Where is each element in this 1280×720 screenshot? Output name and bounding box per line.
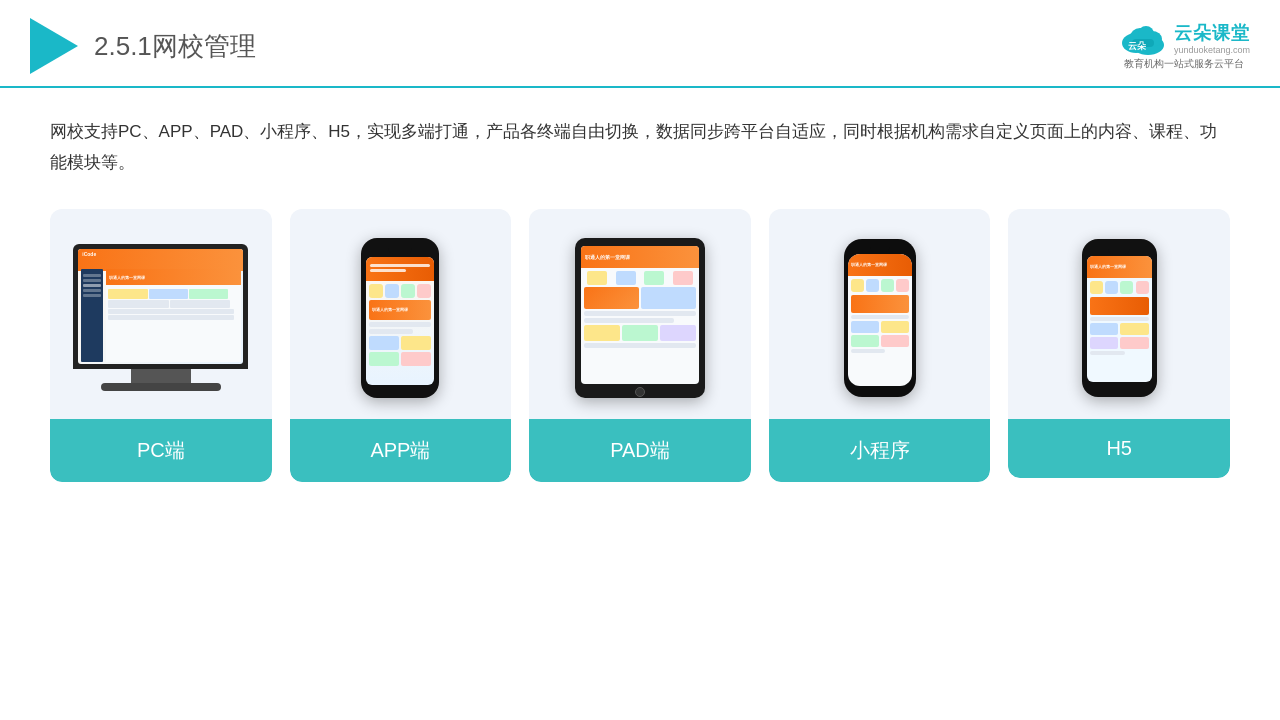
pc-device-mockup: iCode [73, 244, 248, 391]
svg-text:云朵: 云朵 [1128, 41, 1147, 51]
header-left: 2.5.1网校管理 [30, 18, 256, 74]
logo-tagline: 教育机构一站式服务云平台 [1124, 57, 1244, 71]
pc-main-area: 职通人的第一堂网课 [106, 269, 241, 362]
phone-banner-line1 [370, 264, 430, 267]
cloud-logo-container: 云朵 云朵课堂 yunduoketang.com [1118, 21, 1250, 55]
smartphone-notch [870, 247, 890, 252]
phone-banner-line2 [370, 269, 406, 272]
pad-tablet-mockup: 职通人的第一堂网课 [575, 238, 705, 398]
phone-banner [366, 257, 434, 281]
phone-screen: 职通人的第一堂网课 [366, 257, 434, 385]
card-image-h5: 职通人的第一堂网课 [1008, 209, 1230, 419]
description-text: 网校支持PC、APP、PAD、小程序、H5，实现多端打通，产品各终端自由切换，数… [50, 116, 1230, 179]
card-image-pc: iCode [50, 209, 272, 419]
sm-content [848, 276, 912, 356]
h5-screen: 职通人的第一堂网课 [1087, 256, 1152, 382]
h5-banner: 职通人的第一堂网课 [1087, 256, 1152, 278]
tablet-banner: 职通人的第一堂网课 [581, 246, 699, 268]
card-image-pad: 职通人的第一堂网课 [529, 209, 751, 419]
header: 2.5.1网校管理 云朵 云朵课堂 yunduoketang.com 教育机构一… [0, 0, 1280, 88]
section-number: 2.5.1 [94, 31, 152, 61]
card-app: 职通人的第一堂网课 [290, 209, 512, 482]
phone-notch [388, 248, 412, 254]
card-pc: iCode [50, 209, 272, 482]
main-content: 网校支持PC、APP、PAD、小程序、H5，实现多端打通，产品各终端自由切换，数… [0, 88, 1280, 502]
h5-content [1087, 278, 1152, 358]
cards-row: iCode [50, 209, 1230, 482]
page-title: 2.5.1网校管理 [94, 29, 256, 64]
card-label-pad: PAD端 [529, 419, 751, 482]
pc-stand [131, 369, 191, 383]
pc-screen-logo-text: iCode [82, 251, 96, 257]
card-label-miniprogram: 小程序 [769, 419, 991, 482]
card-miniprogram: 职通人的第一堂网课 [769, 209, 991, 482]
pc-screen-banner: iCode [78, 249, 243, 271]
tablet-screen: 职通人的第一堂网课 [581, 246, 699, 384]
pc-screen-inner: iCode [78, 249, 243, 364]
sm-banner: 职通人的第一堂网课 [848, 254, 912, 276]
tablet-home-button [635, 387, 645, 397]
app-phone-mockup: 职通人的第一堂网课 [361, 238, 439, 398]
h5-notch [1108, 249, 1130, 254]
card-label-pc: PC端 [50, 419, 272, 482]
pc-screen-outer: iCode [73, 244, 248, 369]
card-image-miniprogram: 职通人的第一堂网课 [769, 209, 991, 419]
card-label-h5: H5 [1008, 419, 1230, 478]
miniprogram-phone-mockup: 职通人的第一堂网课 [844, 239, 916, 397]
play-icon [30, 18, 78, 74]
pc-base [101, 383, 221, 391]
card-pad: 职通人的第一堂网课 [529, 209, 751, 482]
card-image-app: 职通人的第一堂网课 [290, 209, 512, 419]
brand-logo: 云朵 云朵课堂 yunduoketang.com 教育机构一站式服务云平台 [1118, 21, 1250, 71]
pc-sidebar [81, 269, 103, 362]
cloud-svg-icon: 云朵 [1118, 21, 1168, 55]
h5-phone-mockup: 职通人的第一堂网课 [1082, 239, 1157, 397]
logo-text: 云朵课堂 yunduoketang.com [1174, 21, 1250, 55]
card-h5: 职通人的第一堂网课 [1008, 209, 1230, 478]
card-label-app: APP端 [290, 419, 512, 482]
smartphone-screen: 职通人的第一堂网课 [848, 254, 912, 386]
